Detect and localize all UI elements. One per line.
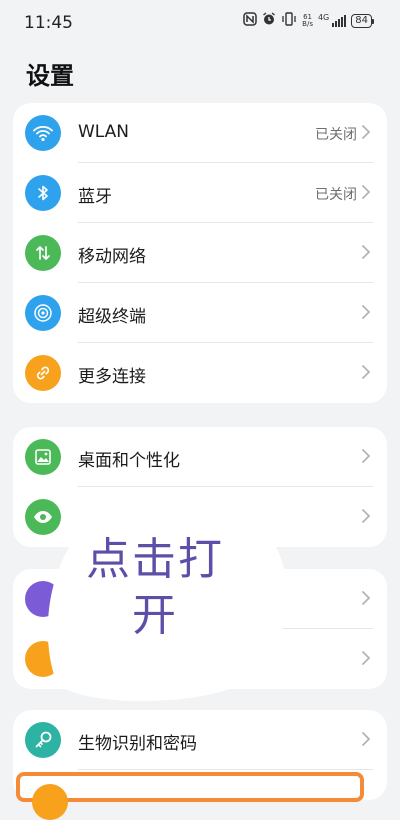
settings-item-label: 超级终端 [78, 307, 146, 327]
key-icon [25, 722, 61, 758]
super-device-icon [25, 295, 61, 331]
settings-item-value: 已关闭 [315, 187, 357, 203]
settings-item-biometrics-password[interactable]: 生物识别和密码 [13, 710, 387, 770]
bluetooth-icon [25, 175, 61, 211]
settings-item-value: 已关闭 [315, 127, 357, 143]
image-icon [25, 439, 61, 475]
mobile-network-icon [25, 235, 61, 271]
network-type: 4G [317, 12, 330, 22]
chevron-right-icon [362, 651, 371, 665]
wifi-icon [25, 115, 61, 151]
settings-item-label: 蓝牙 [78, 187, 112, 207]
net-speed: 61 B/s [302, 13, 313, 28]
settings-item-mobile-network[interactable]: 移动网络 [13, 223, 387, 283]
connectivity-card: WLAN 已关闭 蓝牙 已关闭 移动网络 超级终端 更多连接 [13, 103, 387, 403]
chevron-right-icon [362, 185, 371, 199]
chevron-right-icon [362, 732, 371, 746]
settings-item-label: 桌面和个性化 [78, 451, 180, 471]
chevron-right-icon [362, 449, 371, 463]
settings-item-wlan[interactable]: WLAN 已关闭 [13, 103, 387, 163]
eye-icon [25, 499, 61, 535]
bell-icon [25, 641, 61, 677]
page-title: 设置 [26, 62, 74, 90]
settings-item-bluetooth[interactable]: 蓝牙 已关闭 [13, 163, 387, 223]
alarm-icon [262, 12, 276, 30]
annotation-line-1: 点击打 [86, 534, 224, 585]
chevron-right-icon [362, 125, 371, 139]
nfc-icon [243, 12, 257, 30]
battery-icon: 84 [351, 14, 374, 28]
settings-item-more-connections[interactable]: 更多连接 [13, 343, 387, 403]
chevron-right-icon [362, 245, 371, 259]
annotation-text: 点击打 开 [60, 532, 250, 644]
chevron-right-icon [362, 305, 371, 319]
highlighted-item-icon [32, 784, 68, 820]
signal-icon [332, 15, 347, 27]
settings-item-desktop-personalization[interactable]: 桌面和个性化 [13, 427, 387, 487]
display-card: 桌面和个性化 [13, 427, 387, 547]
annotation-line-2: 开 [132, 590, 178, 641]
settings-item-super-device[interactable]: 超级终端 [13, 283, 387, 343]
settings-item-label: 移动网络 [78, 247, 146, 267]
chevron-right-icon [362, 591, 371, 605]
status-time: 11:45 [24, 13, 73, 33]
vibrate-icon [281, 12, 297, 30]
settings-item-label: 生物识别和密码 [78, 734, 197, 754]
sound-icon [25, 581, 61, 617]
chevron-right-icon [362, 365, 371, 379]
status-icons: 61 B/s 4G 84 [243, 12, 374, 30]
settings-item-label: 更多连接 [78, 367, 146, 387]
chevron-right-icon [362, 509, 371, 523]
link-icon [25, 355, 61, 391]
battery-level: 84 [351, 14, 372, 28]
status-bar: 11:45 61 B/s 4G 84 [0, 0, 400, 44]
highlighted-settings-item[interactable] [16, 772, 364, 820]
settings-item-label: WLAN [78, 122, 130, 142]
